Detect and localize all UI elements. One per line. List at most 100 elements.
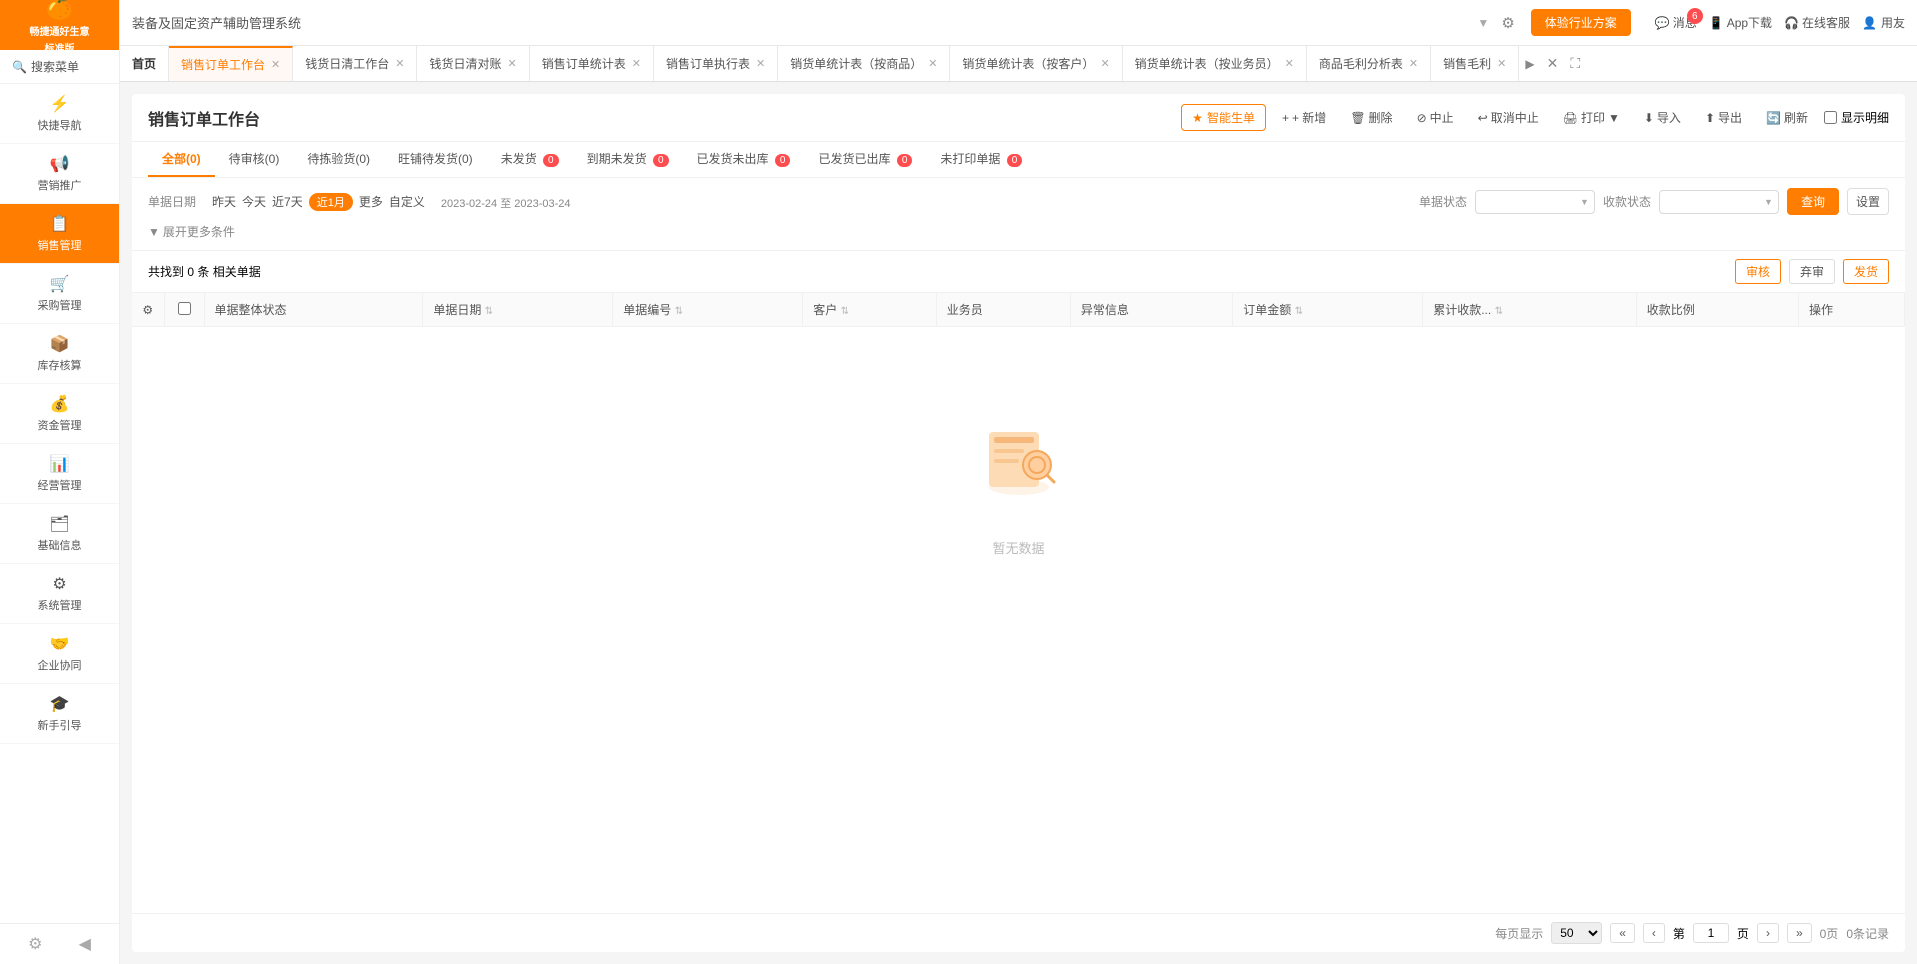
tab-close-all[interactable]: ✕: [1541, 46, 1565, 81]
last-page-btn[interactable]: »: [1787, 923, 1812, 943]
filter-row-1: 单据日期 昨天 今天 近7天 近1月 更多 自定义 2023-02-24 至 2…: [148, 188, 1889, 215]
customer-sort-icon[interactable]: ⇅: [841, 306, 849, 317]
tab-goods-profit-close[interactable]: ✕: [1409, 57, 1418, 70]
tab-sales-order-close[interactable]: ✕: [271, 58, 280, 71]
tab-sales-amount-close[interactable]: ✕: [1497, 57, 1506, 70]
export-btn[interactable]: ⬆ 导出: [1697, 105, 1750, 130]
user-btn[interactable]: 👤 用友: [1862, 14, 1905, 31]
tab-scroll-right[interactable]: ▶: [1519, 46, 1540, 81]
sidebar-item-purchase[interactable]: 🛒 采购管理: [0, 264, 119, 324]
sidebar-item-guide[interactable]: 🎓 新手引导: [0, 684, 119, 744]
select-all-checkbox[interactable]: [178, 302, 191, 315]
subtab-not-printed[interactable]: 未打印单据 0: [926, 142, 1036, 177]
date-opt-more[interactable]: 更多: [359, 193, 383, 210]
subtab-overdue[interactable]: 到期未发货 0: [573, 142, 683, 177]
tab-cash-reconcile-close[interactable]: ✕: [508, 57, 517, 70]
prev-page-btn[interactable]: ‹: [1643, 923, 1665, 943]
app-download-btn[interactable]: 📱 App下载: [1709, 14, 1772, 31]
date-sort-icon[interactable]: ⇅: [485, 306, 493, 317]
page-size-select[interactable]: 50 10 20 100: [1551, 922, 1602, 944]
collapse-icon[interactable]: ◀: [79, 934, 91, 954]
sidebar-item-sales[interactable]: 📋 销售管理: [0, 204, 119, 264]
show-detail-label[interactable]: 显示明细: [1824, 109, 1889, 126]
sidebar-item-corp[interactable]: 🤝 企业协同: [0, 624, 119, 684]
solution-btn[interactable]: 体验行业方案: [1531, 9, 1631, 36]
sidebar-item-quick-nav[interactable]: ⚡ 快捷导航: [0, 84, 119, 144]
th-date[interactable]: 单据日期 ⇅: [423, 293, 613, 327]
subtab-shipped-not-out[interactable]: 已发货未出库 0: [683, 142, 805, 177]
next-page-btn[interactable]: ›: [1757, 923, 1779, 943]
sidebar-item-marketing[interactable]: 📢 营销推广: [0, 144, 119, 204]
tab-cash-reconcile[interactable]: 钱货日清对账 ✕: [417, 46, 529, 81]
cancel-stop-btn[interactable]: ↩ 取消中止: [1470, 105, 1547, 130]
th-amount[interactable]: 订单金额 ⇅: [1233, 293, 1423, 327]
tab-sales-stat[interactable]: 销售订单统计表 ✕: [530, 46, 654, 81]
tab-sale-stat-staff[interactable]: 销货单统计表（按业务员） ✕: [1123, 46, 1307, 81]
tab-sale-stat-staff-close[interactable]: ✕: [1285, 57, 1294, 70]
date-opt-custom[interactable]: 自定义: [389, 193, 425, 210]
cancel-review-btn[interactable]: 弃审: [1789, 259, 1835, 284]
expand-conditions-btn[interactable]: ▼ 展开更多条件: [148, 223, 235, 240]
th-number[interactable]: 单据编号 ⇅: [613, 293, 803, 327]
sidebar-item-inventory[interactable]: 📦 库存核算: [0, 324, 119, 384]
th-customer[interactable]: 客户 ⇅: [803, 293, 937, 327]
tab-sales-stat-close[interactable]: ✕: [632, 57, 641, 70]
date-opt-today[interactable]: 今天: [242, 193, 266, 210]
tab-sales-exec-close[interactable]: ✕: [756, 57, 765, 70]
stop-btn[interactable]: ⊘ 中止: [1409, 105, 1462, 130]
settings-bottom-icon[interactable]: ⚙: [28, 934, 42, 954]
subtab-not-shipped[interactable]: 未发货 0: [487, 142, 573, 177]
filter-settings-btn[interactable]: 设置: [1847, 188, 1889, 215]
tab-sales-exec[interactable]: 销售订单执行表 ✕: [654, 46, 778, 81]
tab-sale-stat-product[interactable]: 销货单统计表（按商品） ✕: [778, 46, 950, 81]
search-menu[interactable]: 🔍 搜索菜单: [0, 50, 119, 84]
th-check[interactable]: [164, 293, 204, 327]
tab-home[interactable]: 首页: [120, 46, 169, 81]
paid-sort-icon[interactable]: ⇅: [1495, 306, 1503, 317]
sidebar-item-basic[interactable]: 🗂 基础信息: [0, 504, 119, 564]
settings-icon[interactable]: ⚙: [1501, 14, 1514, 32]
tab-sales-order[interactable]: 销售订单工作台 ✕: [169, 46, 293, 81]
import-btn[interactable]: ⬇ 导入: [1636, 105, 1689, 130]
new-btn[interactable]: + + 新增: [1274, 105, 1334, 130]
tab-cash-clear-close[interactable]: ✕: [395, 57, 404, 70]
review-btn[interactable]: 审核: [1735, 259, 1781, 284]
online-support-btn[interactable]: 🎧 在线客服: [1784, 14, 1850, 31]
tab-sale-stat-customer[interactable]: 销货单统计表（按客户） ✕: [950, 46, 1122, 81]
tab-resize[interactable]: ⛶: [1564, 46, 1586, 81]
tab-sale-stat-product-close[interactable]: ✕: [928, 57, 937, 70]
subtab-all[interactable]: 全部(0): [148, 142, 215, 177]
number-sort-icon[interactable]: ⇅: [675, 306, 683, 317]
page-input[interactable]: [1693, 923, 1729, 943]
ai-btn[interactable]: ★ 智能生单: [1181, 104, 1266, 131]
subtab-pending-inspect[interactable]: 待拣验货(0): [293, 142, 384, 177]
subtab-wangpu[interactable]: 旺铺待发货(0): [384, 142, 487, 177]
print-btn[interactable]: 🖨 打印 ▼: [1555, 105, 1628, 130]
tab-sale-stat-customer-close[interactable]: ✕: [1100, 57, 1109, 70]
show-detail-checkbox[interactable]: [1824, 111, 1837, 124]
delete-btn[interactable]: 🗑 删除: [1342, 105, 1400, 130]
amount-sort-icon[interactable]: ⇅: [1295, 306, 1303, 317]
chevron-down-icon[interactable]: ▼: [1477, 16, 1489, 30]
date-opt-7days[interactable]: 近7天: [272, 193, 303, 210]
tab-sales-amount[interactable]: 销售毛利 ✕: [1431, 46, 1519, 81]
payment-status-select[interactable]: [1659, 190, 1779, 214]
th-exception: 异常信息: [1070, 293, 1232, 327]
first-page-btn[interactable]: «: [1610, 923, 1635, 943]
th-setting[interactable]: ⚙: [132, 293, 164, 327]
tab-cash-clear[interactable]: 钱货日清工作台 ✕: [293, 46, 417, 81]
query-btn[interactable]: 查询: [1787, 188, 1839, 215]
subtab-pending-review[interactable]: 待审核(0): [215, 142, 294, 177]
th-paid[interactable]: 累计收款... ⇅: [1423, 293, 1636, 327]
bill-status-select[interactable]: [1475, 190, 1595, 214]
date-opt-yesterday[interactable]: 昨天: [212, 193, 236, 210]
refresh-btn[interactable]: 🔄 刷新: [1758, 105, 1816, 130]
date-opt-1month[interactable]: 近1月: [309, 193, 353, 211]
sidebar-item-operation[interactable]: 📊 经营管理: [0, 444, 119, 504]
message-btn[interactable]: 💬 消息 6: [1655, 14, 1697, 31]
ship-btn[interactable]: 发货: [1843, 259, 1889, 284]
sidebar-item-finance[interactable]: 💰 资金管理: [0, 384, 119, 444]
subtab-shipped-out[interactable]: 已发货已出库 0: [804, 142, 926, 177]
tab-goods-profit[interactable]: 商品毛利分析表 ✕: [1307, 46, 1431, 81]
sidebar-item-system[interactable]: ⚙ 系统管理: [0, 564, 119, 624]
